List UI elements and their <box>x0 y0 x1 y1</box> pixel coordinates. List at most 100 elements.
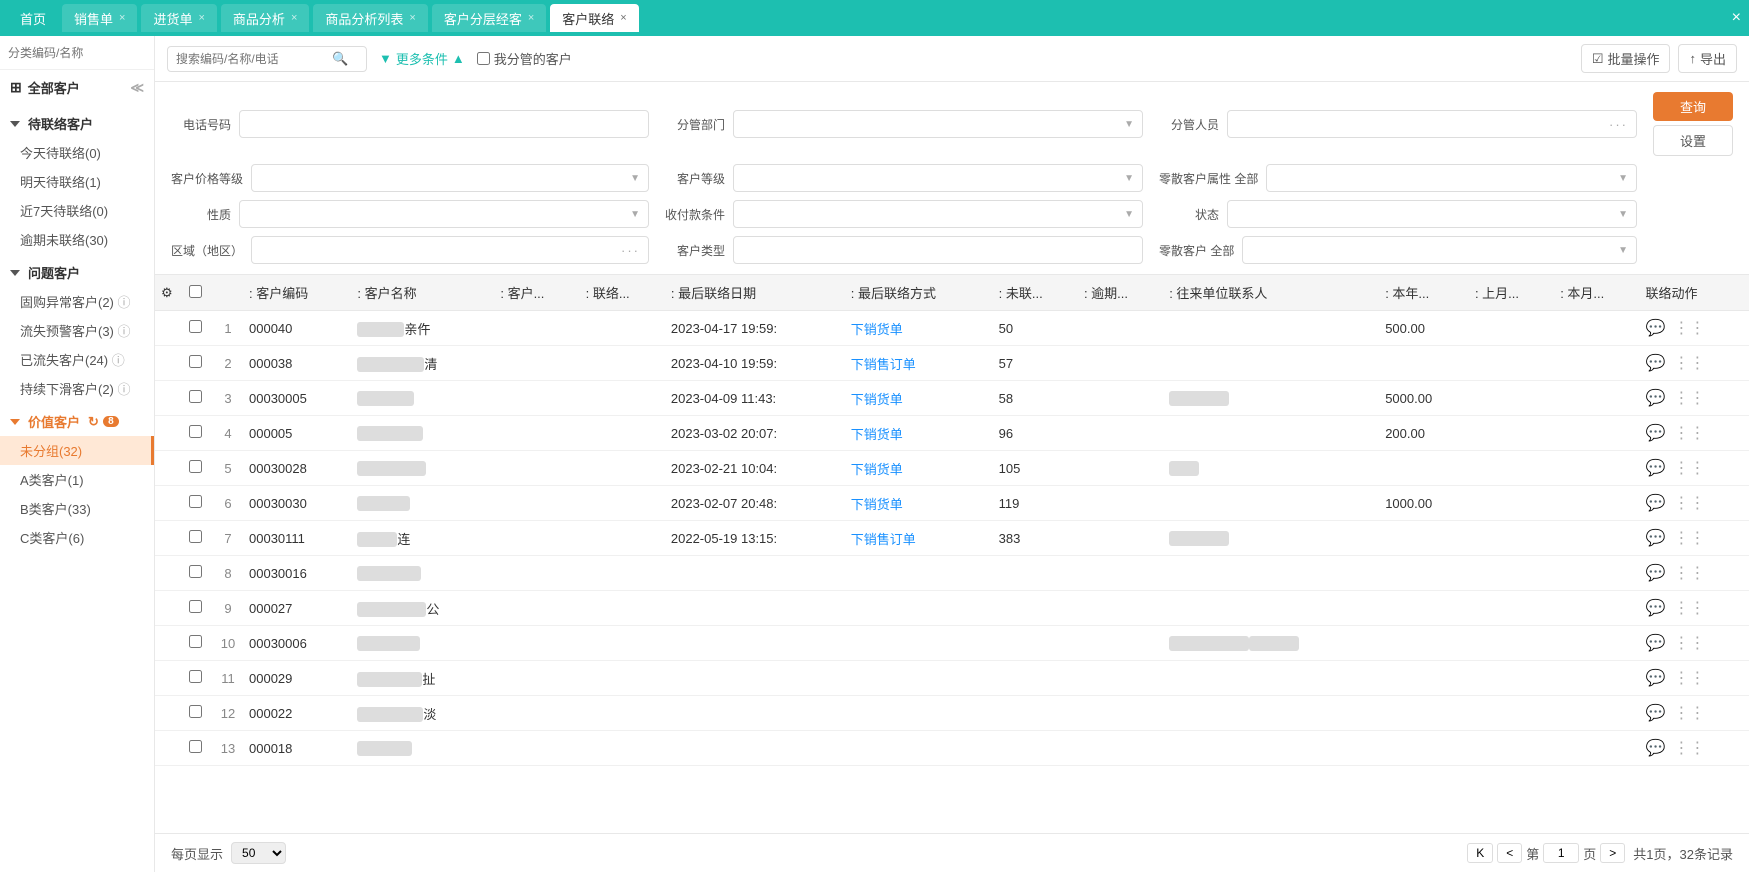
retail-customer-input[interactable]: ▼ <box>1242 236 1637 264</box>
contact-icon[interactable]: 💬 <box>1645 528 1665 548</box>
contact-icon[interactable]: 💬 <box>1645 423 1665 443</box>
row-last-method[interactable]: 下销货单 <box>851 497 903 512</box>
payment-input[interactable]: ▼ <box>733 200 1143 228</box>
region-input[interactable]: ··· <box>251 236 649 264</box>
sidebar-pending-header[interactable]: 待联络客户 <box>0 109 154 138</box>
select-all-checkbox[interactable] <box>189 285 202 298</box>
more-filters-button[interactable]: ▼ 更多条件 ▲ <box>379 49 465 68</box>
nature-input[interactable]: ▼ <box>239 200 649 228</box>
row-checkbox[interactable] <box>189 320 202 333</box>
this-month-column-header[interactable]: : 本月... <box>1554 275 1639 311</box>
sidebar-item-declining[interactable]: 持续下滑客户(2) ⓘ <box>0 374 154 403</box>
current-page-input[interactable] <box>1543 843 1579 863</box>
name-sort[interactable]: : 客户名称 <box>357 283 416 302</box>
grid-action-icon[interactable]: ⋮⋮ <box>1673 318 1705 338</box>
row-checkbox-cell[interactable] <box>183 311 213 346</box>
last-method-column-header[interactable]: : 最后联络方式 <box>845 275 993 311</box>
sidebar-item-today[interactable]: 今天待联络(0) <box>0 138 154 167</box>
next-page-button[interactable]: > <box>1600 843 1625 863</box>
uncontacted-column-header[interactable]: : 未联... <box>993 275 1078 311</box>
grid-action-icon[interactable]: ⋮⋮ <box>1673 598 1705 618</box>
select-all-checkbox-cell[interactable] <box>183 275 213 311</box>
row-checkbox-cell[interactable] <box>183 556 213 591</box>
customer-level-input[interactable]: ▼ <box>733 164 1143 192</box>
sidebar-item-c-class[interactable]: C类客户(6) <box>0 523 154 552</box>
row-last-method[interactable]: 下销货单 <box>851 392 903 407</box>
contact-column-header[interactable]: : 联络... <box>580 275 665 311</box>
contact-icon[interactable]: 💬 <box>1645 353 1665 373</box>
status-input[interactable]: ▼ <box>1227 200 1637 228</box>
row-checkbox-cell[interactable] <box>183 521 213 556</box>
contact-icon[interactable]: 💬 <box>1645 563 1665 583</box>
nav-tab-purchase[interactable]: 进货单 × <box>141 4 216 32</box>
page-size-select[interactable]: 50 20 100 <box>231 842 286 864</box>
last-date-column-header[interactable]: : 最后联络日期 <box>665 275 845 311</box>
row-checkbox-cell[interactable] <box>183 591 213 626</box>
row-checkbox[interactable] <box>189 565 202 578</box>
retail-attr-input[interactable]: ▼ <box>1266 164 1637 192</box>
main-search-icon[interactable]: 🔍 <box>332 51 348 67</box>
grid-action-icon[interactable]: ⋮⋮ <box>1673 493 1705 513</box>
nav-tab-customer-contact[interactable]: 客户联络 × <box>550 4 638 32</box>
close-icon[interactable]: × <box>198 12 204 24</box>
close-icon[interactable]: × <box>291 12 297 24</box>
customer-type-input[interactable] <box>733 236 1143 264</box>
row-checkbox[interactable] <box>189 635 202 648</box>
contact-icon[interactable]: 💬 <box>1645 318 1665 338</box>
contact-icon[interactable]: 💬 <box>1645 598 1665 618</box>
row-checkbox-cell[interactable] <box>183 451 213 486</box>
refresh-icon[interactable]: ↻ <box>88 414 99 430</box>
row-checkbox[interactable] <box>189 670 202 683</box>
sidebar-item-ungraded[interactable]: 未分组(32) <box>0 436 154 465</box>
row-last-method[interactable]: 下销售订单 <box>851 532 916 547</box>
row-last-method[interactable]: 下销货单 <box>851 322 903 337</box>
first-page-button[interactable]: K <box>1467 843 1493 863</box>
row-checkbox[interactable] <box>189 355 202 368</box>
grid-action-icon[interactable]: ⋮⋮ <box>1673 633 1705 653</box>
sidebar-item-a-class[interactable]: A类客户(1) <box>0 465 154 494</box>
row-checkbox[interactable] <box>189 425 202 438</box>
grid-action-icon[interactable]: ⋮⋮ <box>1673 738 1705 758</box>
contact-icon[interactable]: 💬 <box>1645 493 1665 513</box>
grid-action-icon[interactable]: ⋮⋮ <box>1673 423 1705 443</box>
row-checkbox-cell[interactable] <box>183 731 213 766</box>
row-checkbox[interactable] <box>189 705 202 718</box>
row-checkbox-cell[interactable] <box>183 381 213 416</box>
nav-tab-analysis-list[interactable]: 商品分析列表 × <box>313 4 427 32</box>
my-customers-checkbox[interactable] <box>477 52 490 65</box>
sidebar-item-tomorrow[interactable]: 明天待联络(1) <box>0 167 154 196</box>
grid-action-icon[interactable]: ⋮⋮ <box>1673 563 1705 583</box>
close-all-tabs-button[interactable]: × <box>1732 9 1741 27</box>
main-search-input[interactable] <box>176 52 326 66</box>
nav-tab-customer-segment[interactable]: 客户分层经客 × <box>432 4 546 32</box>
code-sort[interactable]: : 客户编码 <box>249 283 308 302</box>
sidebar-value-header[interactable]: 价值客户 ↻ 8 <box>0 407 154 436</box>
my-customers-checkbox-area[interactable]: 我分管的客户 <box>477 49 572 68</box>
all-customers-header[interactable]: ⊞ 全部客户 ≪ <box>0 70 154 105</box>
sidebar-item-7days[interactable]: 近7天待联络(0) <box>0 196 154 225</box>
price-level-input[interactable]: ▼ <box>251 164 649 192</box>
close-icon[interactable]: × <box>528 12 534 24</box>
query-button[interactable]: 查询 <box>1653 92 1733 121</box>
row-checkbox[interactable] <box>189 390 202 403</box>
close-icon[interactable]: × <box>409 12 415 24</box>
sidebar-item-overdue[interactable]: 逾期未联络(30) <box>0 225 154 254</box>
last-month-column-header[interactable]: : 上月... <box>1469 275 1554 311</box>
contact-icon[interactable]: 💬 <box>1645 633 1665 653</box>
row-checkbox-cell[interactable] <box>183 661 213 696</box>
contact-icon[interactable]: 💬 <box>1645 668 1665 688</box>
reset-button[interactable]: 设置 <box>1653 125 1733 156</box>
dept-input[interactable]: ▼ <box>733 110 1143 138</box>
row-checkbox[interactable] <box>189 460 202 473</box>
row-checkbox-cell[interactable] <box>183 486 213 521</box>
grid-action-icon[interactable]: ⋮⋮ <box>1673 668 1705 688</box>
contact-icon[interactable]: 💬 <box>1645 738 1665 758</box>
sidebar-item-churn-risk[interactable]: 流失预警客户(3) ⓘ <box>0 316 154 345</box>
sidebar-item-abnormal[interactable]: 固购异常客户(2) ⓘ <box>0 287 154 316</box>
row-checkbox[interactable] <box>189 740 202 753</box>
row-checkbox-cell[interactable] <box>183 626 213 661</box>
row-checkbox-cell[interactable] <box>183 416 213 451</box>
grid-action-icon[interactable]: ⋮⋮ <box>1673 353 1705 373</box>
contact-icon[interactable]: 💬 <box>1645 703 1665 723</box>
grid-action-icon[interactable]: ⋮⋮ <box>1673 703 1705 723</box>
